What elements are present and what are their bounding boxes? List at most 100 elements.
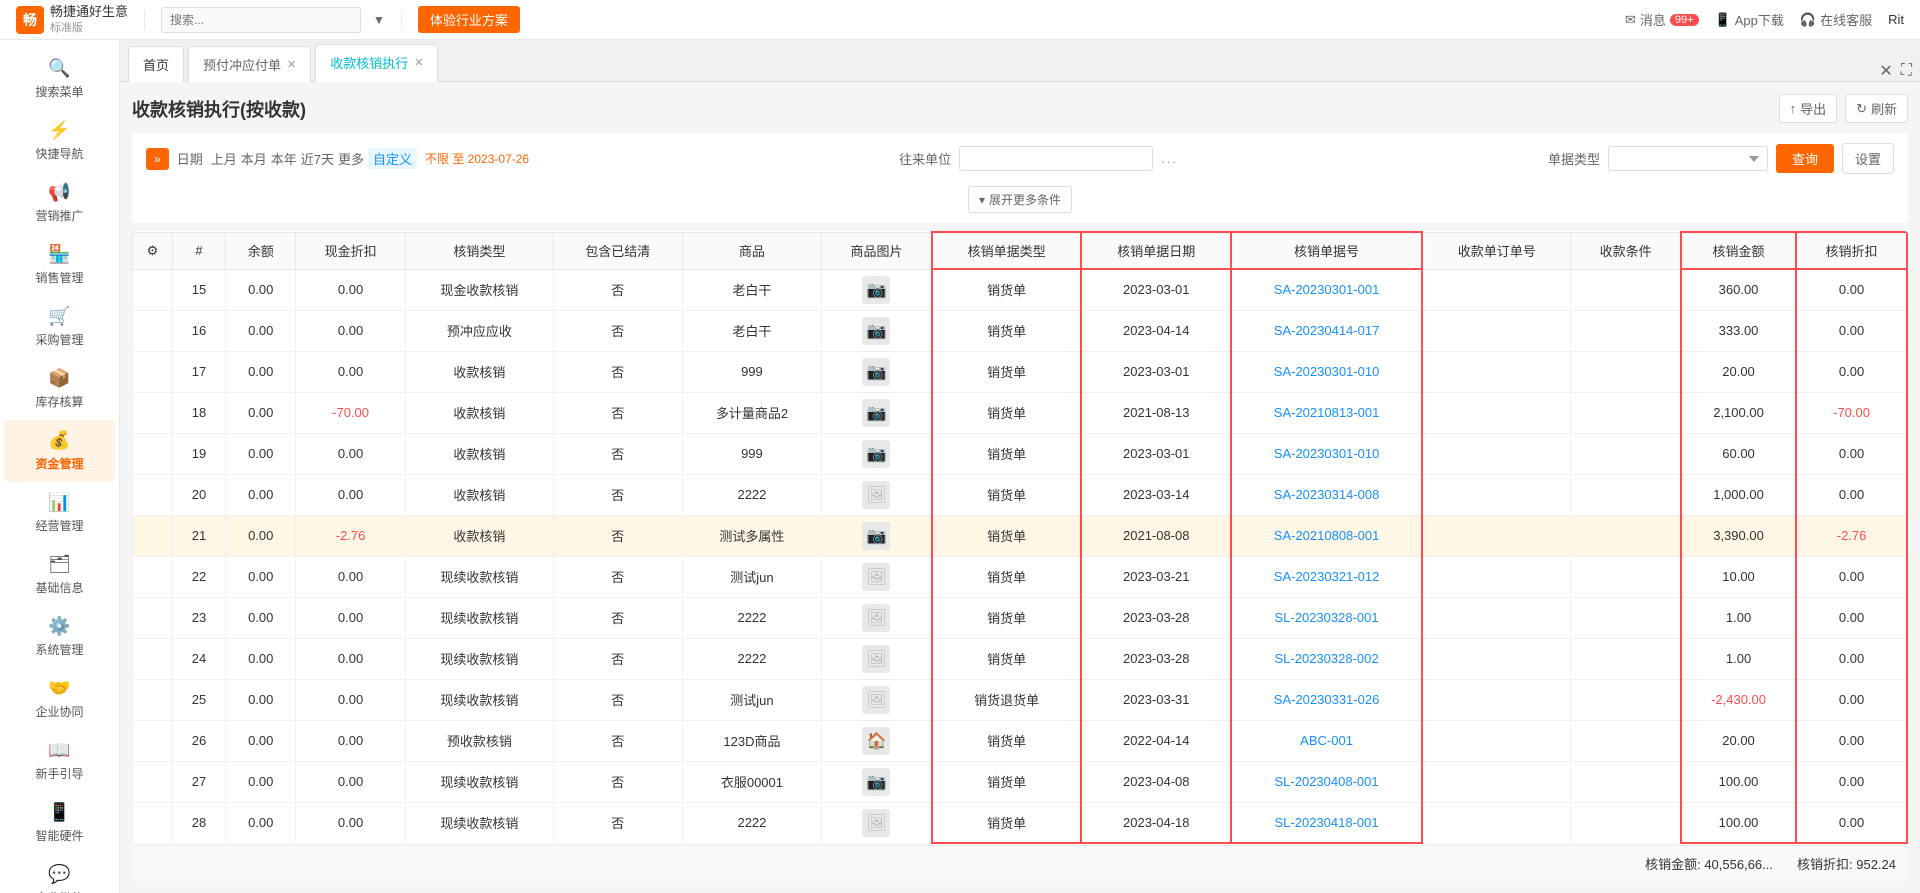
footer-amount-total: 核销金额: 40,556,66... [1645, 854, 1773, 873]
sidebar-item-enterprise[interactable]: 🤝 企业协同 [0, 668, 119, 730]
cell-doc-no[interactable]: SL-20230408-001 [1231, 761, 1422, 802]
from-unit-input[interactable] [959, 146, 1153, 171]
cell-doc-no[interactable]: SL-20230328-001 [1231, 597, 1422, 638]
logo-icon: 畅 [16, 6, 44, 34]
online-service-button[interactable]: 🎧 在线客服 [1800, 10, 1872, 29]
cell-doc-type: 销货单 [932, 556, 1082, 597]
cell-doc-no[interactable]: SA-20230314-008 [1231, 474, 1422, 515]
cell-collection-order [1422, 474, 1571, 515]
cell-index: 25 [173, 679, 226, 720]
col-doc-type-header: 核销单据类型 [932, 232, 1082, 269]
cell-doc-no[interactable]: SL-20230418-001 [1231, 802, 1422, 843]
query-button[interactable]: 查询 [1776, 144, 1834, 173]
cell-doc-no[interactable]: ABC-001 [1231, 720, 1422, 761]
cell-doc-no[interactable]: SA-20230301-010 [1231, 351, 1422, 392]
sidebar-item-label-finance: 资金管理 [35, 455, 83, 472]
search-icon: 🔍 [48, 58, 70, 79]
date-more[interactable]: 更多 [338, 149, 364, 168]
cell-index: 23 [173, 597, 226, 638]
system-icon: ⚙️ [48, 616, 70, 637]
date-custom[interactable]: 自定义 [368, 148, 417, 169]
sidebar-item-shortcut[interactable]: ⚡ 快捷导航 [0, 110, 119, 172]
tab-expand-button[interactable]: ⛶ [1901, 62, 1912, 80]
refresh-button[interactable]: ↻ 刷新 [1845, 94, 1908, 123]
sidebar-item-guide[interactable]: 📖 新手引导 [0, 730, 119, 792]
order-type-select[interactable] [1608, 146, 1768, 171]
cell-balance: 0.00 [226, 679, 296, 720]
cell-include-settled: 否 [553, 433, 682, 474]
topbar-dropdown[interactable]: ▼ [373, 13, 385, 27]
industry-plan-button[interactable]: 体验行业方案 [418, 6, 520, 33]
cell-doc-no[interactable]: SA-20230301-010 [1231, 433, 1422, 474]
expand-more-button[interactable]: ▾ 展开更多条件 [968, 186, 1072, 213]
col-write-off-type-header: 核销类型 [405, 232, 553, 269]
filter-expand-button[interactable]: » [146, 148, 169, 170]
sidebar-item-label-enterprise: 企业协同 [35, 703, 83, 720]
cell-write-off-amount: 360.00 [1681, 269, 1796, 310]
sidebar-item-wechat[interactable]: 💬 企业微信 [0, 854, 119, 893]
cell-collection-terms [1571, 269, 1681, 310]
sidebar-item-system[interactable]: ⚙️ 系统管理 [0, 606, 119, 668]
cell-doc-no[interactable]: SA-20230301-001 [1231, 269, 1422, 310]
cell-doc-no[interactable]: SL-20230328-002 [1231, 638, 1422, 679]
message-button[interactable]: ✉ 消息 99+ [1625, 10, 1699, 29]
cell-include-settled: 否 [553, 597, 682, 638]
cell-cash-discount: 0.00 [296, 597, 405, 638]
cell-include-settled: 否 [553, 638, 682, 679]
sidebar-item-inventory[interactable]: 📦 库存核算 [0, 358, 119, 420]
cell-cash-discount: 0.00 [296, 720, 405, 761]
cell-settings [133, 556, 173, 597]
tab-prepay[interactable]: 预付冲应付单 ✕ [188, 46, 311, 82]
cell-write-off-amount: -2,430.00 [1681, 679, 1796, 720]
tab-close-all-button[interactable]: ✕ [1879, 61, 1892, 81]
app-download-button[interactable]: 📱 App下载 [1715, 10, 1784, 29]
cell-doc-no[interactable]: SA-20230321-012 [1231, 556, 1422, 597]
export-button[interactable]: ↑ 导出 [1779, 94, 1838, 123]
date-last-month[interactable]: 上月 [211, 149, 237, 168]
cell-write-off-type: 预收款核销 [405, 720, 553, 761]
tab-prepay-close[interactable]: ✕ [287, 58, 296, 71]
tab-home[interactable]: 首页 [128, 46, 184, 82]
cell-doc-type: 销货单 [932, 761, 1082, 802]
date-this-month[interactable]: 本月 [241, 149, 267, 168]
sidebar-item-purchase[interactable]: 🛒 采购管理 [0, 296, 119, 358]
cell-doc-type: 销货单 [932, 392, 1082, 433]
cell-balance: 0.00 [226, 597, 296, 638]
sidebar-item-marketing[interactable]: 📢 营销推广 [0, 172, 119, 234]
sidebar-item-basic[interactable]: 🗂 基础信息 [0, 544, 119, 606]
top-search-input[interactable] [161, 7, 361, 33]
cell-cash-discount: 0.00 [296, 802, 405, 843]
sidebar-item-search[interactable]: 🔍 搜索菜单 [0, 48, 119, 110]
date-7days[interactable]: 近7天 [301, 149, 334, 168]
filter-row-1: » 日期 上月 本月 本年 近7天 更多 自定义 不限 至 2023-07-26 [146, 143, 1894, 174]
sidebar-item-sales[interactable]: 🏪 销售管理 [0, 234, 119, 296]
cell-write-off-amount: 1.00 [1681, 638, 1796, 679]
cell-collection-terms [1571, 679, 1681, 720]
col-settings-header[interactable]: ⚙ [133, 232, 173, 269]
cell-write-off-discount: 0.00 [1796, 720, 1907, 761]
cell-doc-date: 2021-08-13 [1081, 392, 1231, 433]
cell-collection-terms [1571, 433, 1681, 474]
sidebar-item-finance[interactable]: 💰 资金管理 [4, 420, 115, 482]
cell-doc-date: 2023-03-28 [1081, 597, 1231, 638]
cell-doc-no[interactable]: SA-20230414-017 [1231, 310, 1422, 351]
user-profile[interactable]: Rit [1888, 12, 1904, 27]
date-this-year[interactable]: 本年 [271, 149, 297, 168]
cell-include-settled: 否 [553, 310, 682, 351]
cell-write-off-type: 现续收款核销 [405, 556, 553, 597]
cell-write-off-type: 现续收款核销 [405, 679, 553, 720]
tab-collection-close[interactable]: ✕ [414, 56, 423, 69]
tab-collection[interactable]: 收款核销执行 ✕ [315, 44, 438, 82]
cell-doc-no[interactable]: SA-20230331-026 [1231, 679, 1422, 720]
sidebar-item-hardware[interactable]: 📱 智能硬件 [0, 792, 119, 854]
table-scroll[interactable]: ⚙ # 余额 现金折扣 核销类型 包含已结清 商品 商品图片 核销单据类型 核销… [132, 231, 1908, 845]
cell-doc-no[interactable]: SA-20210808-001 [1231, 515, 1422, 556]
cell-doc-no[interactable]: SA-20210813-001 [1231, 392, 1422, 433]
cell-product-img: 🖼 [822, 638, 932, 679]
cell-write-off-discount: 0.00 [1796, 474, 1907, 515]
sidebar-item-operation[interactable]: 📊 经营管理 [0, 482, 119, 544]
cell-product-img: 🖼 [822, 802, 932, 843]
setting-button[interactable]: 设置 [1842, 143, 1894, 174]
cell-include-settled: 否 [553, 351, 682, 392]
cell-write-off-type: 现续收款核销 [405, 597, 553, 638]
